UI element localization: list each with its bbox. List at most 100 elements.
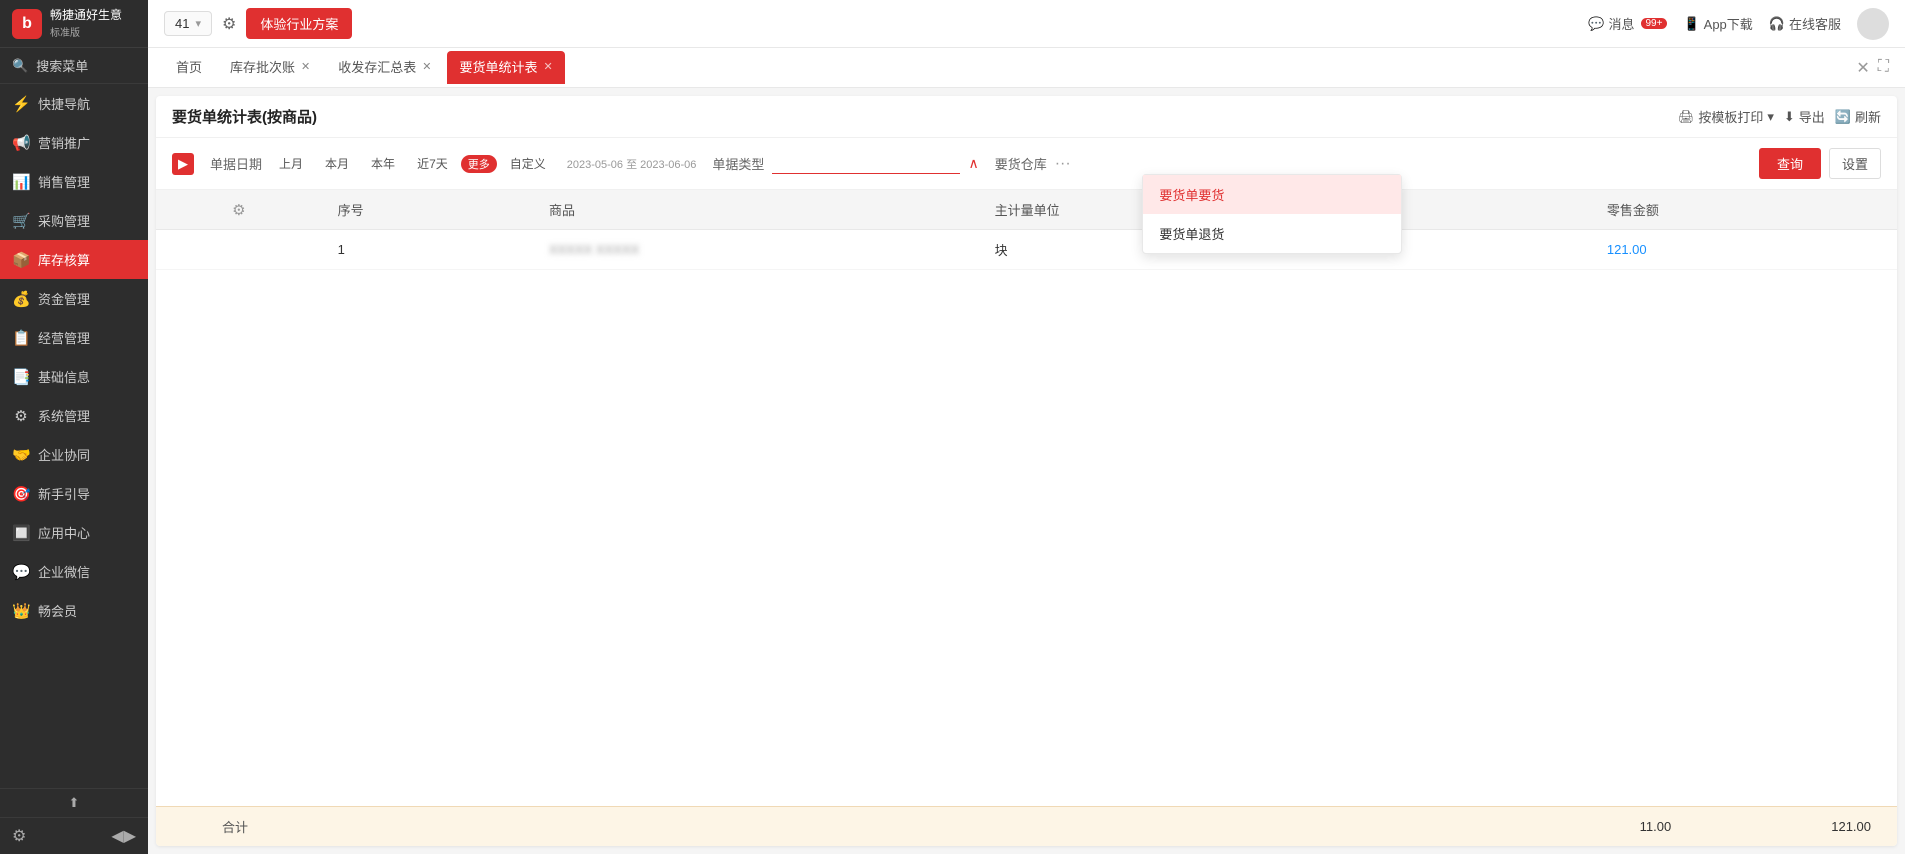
settings-icon[interactable]: ⚙ [12,826,26,846]
sidebar-item-sales[interactable]: 📊销售管理 [0,162,148,201]
col-amount: 零售金额 [1591,190,1897,230]
type-input[interactable] [772,154,960,174]
sidebar-search[interactable]: 🔍 搜索菜单 [0,48,148,84]
type-label: 单据类型 [712,154,764,173]
sidebar-item-label: 企业微信 [38,562,90,581]
sidebar-item-guide[interactable]: 🎯 新手引导 [0,474,148,513]
sidebar-item-label: 企业协同 [38,445,90,464]
sidebar-item-label: 采购管理 [38,211,90,230]
sidebar-item-enterprise[interactable]: 🤝企业协同 [0,435,148,474]
footer-label: 合计 [222,817,248,836]
sidebar-item-label: 资金管理 [38,289,90,308]
store-name: 41 [175,16,189,31]
tab-label-requisition-stats: 要货单统计表 [459,57,537,76]
sidebar-item-label: 应用中心 [38,523,90,542]
sidebar-item-purchase[interactable]: 🛒 采购管理 [0,201,148,240]
filter-date-group: 上月 本月 本年 近7天 更多 自定义 [270,151,555,176]
filter-date-this-year[interactable]: 本年 [362,151,404,176]
tab-close-receive-summary[interactable]: ✕ [422,60,431,73]
trial-btn[interactable]: 体验行业方案 [246,8,352,39]
tab-receive-summary[interactable]: 收发存汇总表 ✕ [326,51,443,84]
col-no: 序号 [322,190,533,230]
tab-home[interactable]: 首页 [164,51,214,84]
page-content: 要货单统计表(按商品) 🖨 按模板打印 ▾ ⬇ 导出 🔄 刷新 ▶ [156,96,1897,846]
filter-date-prev-month[interactable]: 上月 [270,151,312,176]
warehouse-more-icon[interactable]: ··· [1055,155,1071,173]
export-btn[interactable]: ⬇ 导出 [1784,107,1825,126]
filter-type-section: 单据类型 ∧ 要货单要货 要货单退货 [712,154,978,174]
row-amount[interactable]: 121.00 [1591,230,1897,270]
purchase-icon: 🛒 [12,212,30,230]
sidebar-item-member[interactable]: 👑畅会员 [0,591,148,630]
collapse-icon[interactable]: ◀▶ [111,826,136,846]
tab-expand-icon[interactable]: ⛶ [1878,58,1889,78]
store-selector[interactable]: 41 ▾ [164,11,212,36]
date-label: 单据日期 [210,154,262,173]
col-product: 商品 [533,190,979,230]
filter-bar: ▶ 单据日期 上月 本月 本年 近7天 更多 自定义 2023-05-06 至 … [156,138,1897,190]
sidebar-item-wechat[interactable]: 💬企业微信 [0,552,148,591]
tab-close-all-icon[interactable]: ✕ [1856,58,1869,78]
tab-label-receive-summary: 收发存汇总表 [338,57,416,76]
setting-btn[interactable]: 设置 [1829,148,1881,179]
tab-close-requisition-stats[interactable]: ✕ [544,60,553,73]
quick-nav-icon: ⚡ [12,95,30,113]
sidebar-collapse-btn[interactable]: ⬆ [0,788,148,817]
tab-label-home: 首页 [176,57,202,76]
tab-label-batch-account: 库存批次账 [230,57,295,76]
filter-date-more[interactable]: 更多 [461,155,497,173]
sidebar-item-inventory[interactable]: 📦 库存核算 [0,240,148,279]
operation-icon: 📋 [12,329,30,347]
sidebar-item-marketing[interactable]: 📢营销推广 [0,123,148,162]
filter-date-section: 单据日期 上月 本月 本年 近7天 更多 自定义 2023-05-06 至 20… [210,151,696,176]
sidebar-item-finance[interactable]: 💰资金管理 [0,279,148,318]
sidebar-item-label: 库存核算 [38,250,90,269]
column-settings-icon[interactable]: ⚙ [232,202,245,219]
sidebar-item-operation[interactable]: 📋 经营管理 [0,318,148,357]
message-icon: 💬 [1588,16,1604,32]
filter-date-this-month[interactable]: 本月 [316,151,358,176]
dropdown-item-return[interactable]: 要货单退货 [1143,214,1401,253]
topbar-message[interactable]: 💬 消息 99+ [1588,14,1667,33]
tabbar-controls: ✕ ⛶ [1856,58,1889,78]
tab-close-batch-account[interactable]: ✕ [301,60,310,73]
dropdown-item-requisition[interactable]: 要货单要货 [1143,175,1401,214]
app-center-icon: 🔲 [12,524,30,542]
sidebar-item-quick-nav[interactable]: ⚡快捷导航 [0,84,148,123]
sidebar-footer: ⚙ ◀▶ [0,817,148,854]
topbar-gear-icon[interactable]: ⚙ [222,14,236,34]
table-footer: 合计 11.00 121.00 [156,806,1897,846]
sales-icon: 📊 [12,173,30,191]
chevron-up-icon: ⬆ [69,795,80,811]
sidebar: b 畅捷通好生意 标准版 🔍 搜索菜单 ⚡快捷导航📢营销推广📊销售管理🛒采购管理… [0,0,148,854]
filter-date-custom[interactable]: 自定义 [501,151,555,176]
product-name: XXXXX XXXXX [549,242,639,257]
data-table: ⚙ 序号 商品 主计量单位 主数量 零售金额 1 XXXXX XXXX [156,190,1897,270]
tab-requisition-stats[interactable]: 要货单统计表 ✕ [447,51,564,84]
filter-date-7days[interactable]: 近7天 [408,151,457,176]
guide-icon: 🎯 [12,485,30,503]
query-btn[interactable]: 查询 [1759,148,1821,179]
topbar-left: 41 ▾ ⚙ 体验行业方案 [164,8,1588,39]
sidebar-item-basic[interactable]: 📑基础信息 [0,357,148,396]
print-btn[interactable]: 🖨 按模板打印 ▾ [1678,107,1774,126]
topbar-app-download[interactable]: 📱 App下载 [1683,14,1752,33]
type-arrow-icon[interactable]: ∧ [968,155,978,172]
inventory-icon: 📦 [12,251,30,269]
tab-batch-account[interactable]: 库存批次账 ✕ [218,51,322,84]
col-gear: ⚙ [156,190,322,230]
sidebar-item-label: 基础信息 [38,367,90,386]
sidebar-item-system[interactable]: ⚙系统管理 [0,396,148,435]
sidebar-item-label: 系统管理 [38,406,90,425]
search-icon: 🔍 [12,58,28,74]
member-icon: 👑 [12,602,30,620]
refresh-btn[interactable]: 🔄 刷新 [1835,107,1881,126]
brand-text: 畅捷通好生意 标准版 [50,8,122,39]
user-avatar[interactable] [1857,8,1889,40]
topbar-right: 💬 消息 99+ 📱 App下载 🎧 在线客服 [1588,8,1889,40]
sidebar-item-label: 新手引导 [38,484,90,503]
sidebar-item-app-center[interactable]: 🔲 应用中心 [0,513,148,552]
filter-expand-btn[interactable]: ▶ [172,153,194,175]
sidebar-item-label: 经营管理 [38,328,90,347]
topbar-service[interactable]: 🎧 在线客服 [1769,14,1841,33]
